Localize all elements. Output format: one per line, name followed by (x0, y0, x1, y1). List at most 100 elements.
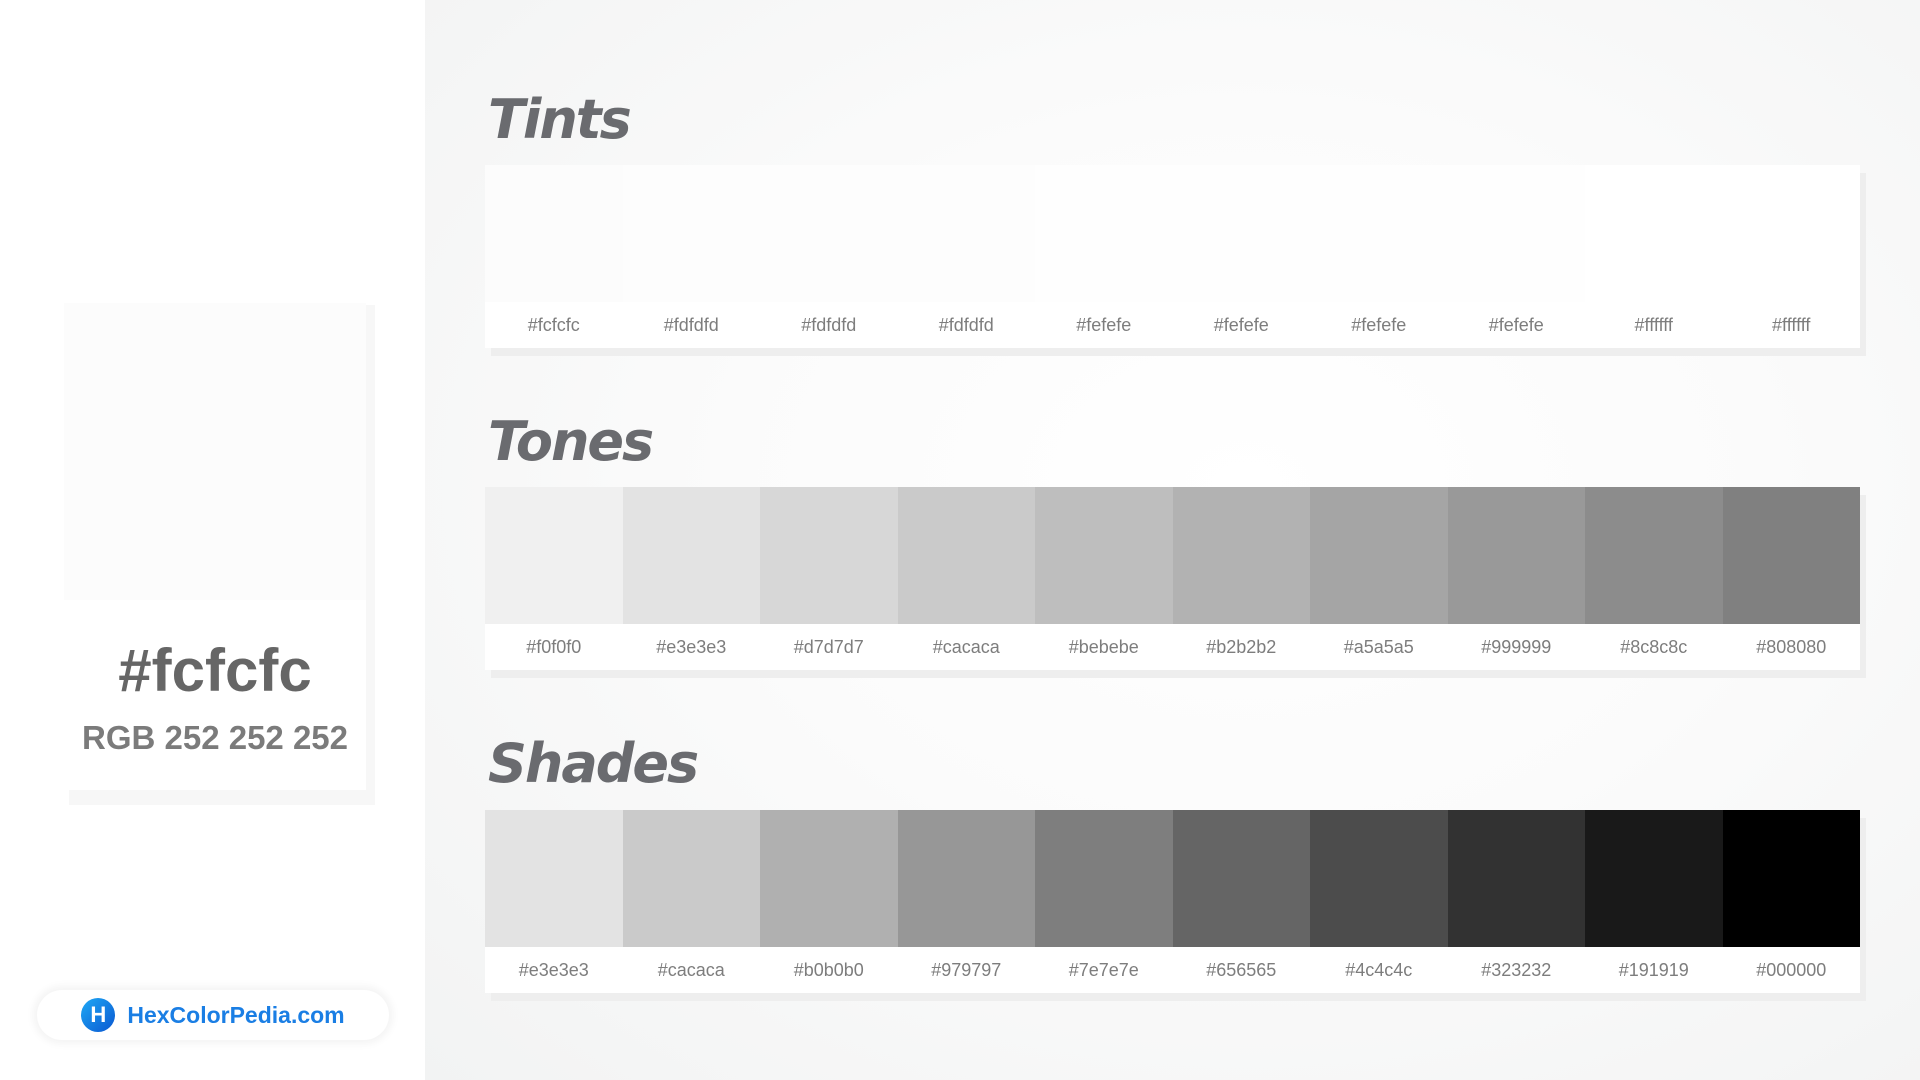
shade-hex-label: #000000 (1756, 959, 1827, 980)
tone-swatch-item[interactable]: #999999 (1447, 487, 1585, 670)
tone-color-block[interactable] (1722, 487, 1860, 624)
tint-color-block[interactable] (1310, 165, 1448, 302)
shade-hex-label: #7e7e7e (1068, 959, 1139, 980)
shade-hex-label: #979797 (931, 959, 1002, 980)
shade-color-block[interactable] (1310, 810, 1448, 947)
shade-hex-label: #656565 (1206, 959, 1277, 980)
shade-hex-label: #b0b0b0 (793, 959, 864, 980)
tone-color-block[interactable] (1585, 487, 1723, 624)
tint-hex-label: #fcfcfc (527, 314, 580, 335)
shade-color-block[interactable] (485, 810, 623, 947)
shade-hex-label: #e3e3e3 (518, 959, 589, 980)
shade-swatch-item[interactable]: #191919 (1585, 810, 1723, 993)
tint-color-block[interactable] (1035, 165, 1173, 302)
tone-swatch-item[interactable]: #bebebe (1035, 487, 1173, 670)
shade-color-block[interactable] (897, 810, 1035, 947)
shades-card: #e3e3e3 #cacaca #b0b0b0 #979797 #7e7e7e #6565… (485, 810, 1860, 993)
tones-card: #f0f0f0 #e3e3e3 #d7d7d7 #cacaca #bebebe #b2b2… (485, 487, 1860, 670)
tone-color-block[interactable] (1310, 487, 1448, 624)
shade-swatch-item[interactable]: #7e7e7e (1035, 810, 1173, 993)
tint-swatch-item[interactable]: #ffffff (1585, 165, 1723, 348)
tint-color-block[interactable] (485, 165, 623, 302)
tint-swatch-item[interactable]: #fdfdfd (760, 165, 898, 348)
tone-swatch-item[interactable]: #8c8c8c (1585, 487, 1723, 670)
tint-color-block[interactable] (622, 165, 760, 302)
tint-swatch-item[interactable]: #fefefe (1310, 165, 1448, 348)
shade-swatch-item[interactable]: #4c4c4c (1310, 810, 1448, 993)
shade-color-block[interactable] (1035, 810, 1173, 947)
shade-color-block[interactable] (760, 810, 898, 947)
tone-swatch-item[interactable]: #a5a5a5 (1310, 487, 1448, 670)
shade-hex-label: #cacaca (657, 959, 725, 980)
tint-color-block[interactable] (1722, 165, 1860, 302)
tint-swatch-item[interactable]: #fdfdfd (622, 165, 760, 348)
tone-color-block[interactable] (1035, 487, 1173, 624)
shade-color-block[interactable] (1447, 810, 1585, 947)
tint-color-block[interactable] (760, 165, 898, 302)
palette-panel: Tints #fcfcfc #fdfdfd #fdfdfd #fdfdfd #fefef… (425, 0, 1920, 1080)
tone-hex-label: #bebebe (1068, 636, 1139, 657)
tone-swatch-item[interactable]: #cacaca (897, 487, 1035, 670)
shade-swatch-item[interactable]: #323232 (1447, 810, 1585, 993)
tone-color-block[interactable] (1172, 487, 1310, 624)
hexcolorpedia-logo-link[interactable]: H HexColorPedia.com (37, 990, 389, 1040)
tone-color-block[interactable] (485, 487, 623, 624)
tone-color-block[interactable] (1447, 487, 1585, 624)
hex-code: #fcfcfc (118, 637, 312, 704)
shade-hex-label: #4c4c4c (1345, 959, 1413, 980)
tone-color-block[interactable] (760, 487, 898, 624)
tone-swatch-item[interactable]: #b2b2b2 (1172, 487, 1310, 670)
tint-hex-label: #fefefe (1351, 314, 1407, 335)
tint-color-block[interactable] (897, 165, 1035, 302)
tints-card: #fcfcfc #fdfdfd #fdfdfd #fdfdfd #fefefe #fefe… (485, 165, 1860, 348)
shade-swatch-item[interactable]: #656565 (1172, 810, 1310, 993)
color-info-box: #fcfcfc RGB 252 252 252 (64, 600, 366, 790)
main-color-swatch (64, 303, 366, 600)
tone-swatch-item[interactable]: #f0f0f0 (485, 487, 623, 670)
tint-hex-label: #fefefe (1076, 314, 1132, 335)
shades-row: #e3e3e3 #cacaca #b0b0b0 #979797 #7e7e7e #6565… (485, 810, 1860, 993)
tone-swatch-item[interactable]: #d7d7d7 (760, 487, 898, 670)
tone-hex-label: #8c8c8c (1620, 636, 1688, 657)
shade-color-block[interactable] (1722, 810, 1860, 947)
tint-swatch-item[interactable]: #ffffff (1722, 165, 1860, 348)
tone-hex-label: #808080 (1756, 636, 1827, 657)
tint-hex-label: #ffffff (1772, 314, 1811, 335)
shade-swatch-item[interactable]: #000000 (1722, 810, 1860, 993)
tone-hex-label: #a5a5a5 (1343, 636, 1414, 657)
tint-hex-label: #fdfdfd (801, 314, 857, 335)
tone-swatch-item[interactable]: #808080 (1722, 487, 1860, 670)
rgb-values: RGB 252 252 252 (81, 719, 348, 756)
tint-swatch-item[interactable]: #fefefe (1172, 165, 1310, 348)
shade-color-block[interactable] (622, 810, 760, 947)
tints-row: #fcfcfc #fdfdfd #fdfdfd #fdfdfd #fefefe #fefe… (485, 165, 1860, 348)
tint-hex-label: #fdfdfd (663, 314, 719, 335)
tint-swatch-item[interactable]: #fdfdfd (897, 165, 1035, 348)
tint-swatch-item[interactable]: #fefefe (1035, 165, 1173, 348)
sidebar: #fcfcfc RGB 252 252 252 H HexColorPedia.… (0, 0, 425, 1080)
tint-hex-label: #fdfdfd (938, 314, 994, 335)
tones-row: #f0f0f0 #e3e3e3 #d7d7d7 #cacaca #bebebe #b2b2… (485, 487, 1860, 670)
tints-heading: Tints (488, 88, 632, 151)
tone-hex-label: #f0f0f0 (526, 636, 582, 657)
tone-color-block[interactable] (622, 487, 760, 624)
tint-hex-label: #fefefe (1213, 314, 1269, 335)
shade-swatch-item[interactable]: #cacaca (622, 810, 760, 993)
tint-hex-label: #fefefe (1488, 314, 1544, 335)
shade-color-block[interactable] (1585, 810, 1723, 947)
tone-color-block[interactable] (897, 487, 1035, 624)
tint-swatch-item[interactable]: #fefefe (1447, 165, 1585, 348)
tint-color-block[interactable] (1172, 165, 1310, 302)
shade-hex-label: #323232 (1481, 959, 1552, 980)
tint-swatch-item[interactable]: #fcfcfc (485, 165, 623, 348)
shade-swatch-item[interactable]: #e3e3e3 (485, 810, 623, 993)
logo-h-icon: H (81, 998, 116, 1032)
tint-color-block[interactable] (1585, 165, 1723, 302)
tone-hex-label: #cacaca (932, 636, 1000, 657)
shade-swatch-item[interactable]: #b0b0b0 (760, 810, 898, 993)
shade-color-block[interactable] (1172, 810, 1310, 947)
tint-color-block[interactable] (1447, 165, 1585, 302)
tone-swatch-item[interactable]: #e3e3e3 (622, 487, 760, 670)
shade-swatch-item[interactable]: #979797 (897, 810, 1035, 993)
logo-text: HexColorPedia.com (127, 1001, 345, 1028)
